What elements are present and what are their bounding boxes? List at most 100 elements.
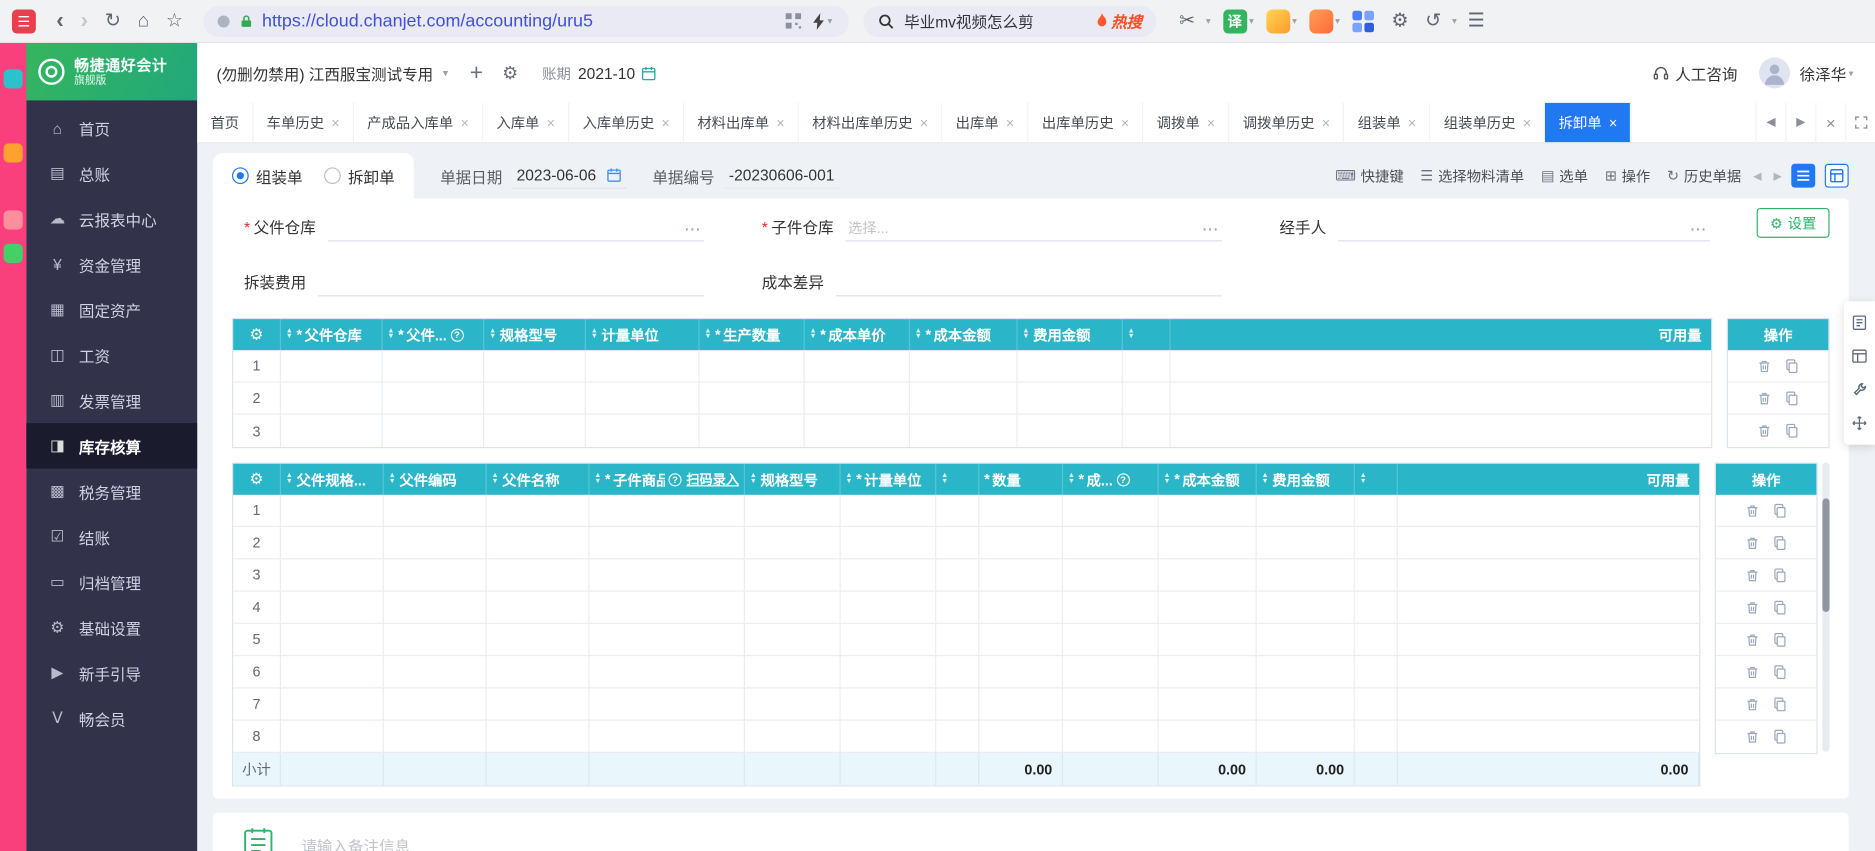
dock-app-3-icon[interactable] (3, 210, 23, 230)
tab-首页[interactable]: 首页 (197, 102, 254, 143)
tab-close-icon[interactable]: × (331, 114, 339, 131)
table-row-3[interactable]: 3 (233, 414, 1711, 448)
field-cost-variance[interactable]: 成本差异 (762, 270, 1223, 297)
sidebar-item-工资[interactable]: ◫ 工资 (26, 332, 197, 377)
sidebar-item-基础设置[interactable]: ⚙ 基础设置 (26, 605, 197, 650)
copy-row-icon[interactable] (1772, 664, 1788, 680)
table-row-8[interactable]: 8 (233, 720, 1700, 753)
close-tabs-icon[interactable]: × (1815, 102, 1845, 143)
sort-icon[interactable]: ▲ ▼ (389, 472, 396, 485)
sidebar-item-归档管理[interactable]: ▭ 归档管理 (26, 559, 197, 604)
sort-icon[interactable]: ▲ ▼ (810, 327, 817, 340)
tab-close-icon[interactable]: × (1006, 114, 1014, 131)
picker-ellipsis-icon[interactable]: ⋯ (1690, 219, 1708, 236)
sort-icon[interactable]: ▲ ▼ (941, 472, 948, 485)
sort-icon[interactable]: ▲ ▼ (286, 327, 293, 340)
username[interactable]: 徐泽华 (1800, 62, 1847, 85)
tab-close-icon[interactable]: × (1207, 114, 1215, 131)
table-row-1[interactable]: 1 (233, 350, 1712, 383)
column-settings-icon[interactable]: ⚙ (250, 325, 264, 344)
delete-row-icon[interactable] (1757, 390, 1773, 406)
column-settings-icon[interactable]: ⚙ (250, 470, 264, 489)
sort-icon[interactable]: ▲ ▼ (489, 327, 496, 340)
delete-row-icon[interactable] (1757, 423, 1773, 439)
browser-search-box[interactable]: 毕业mv视频怎么剪 热搜 (863, 5, 1157, 37)
tab-close-icon[interactable]: × (1408, 114, 1416, 131)
delete-row-icon[interactable] (1745, 567, 1761, 583)
translate-icon[interactable]: 译 (1222, 8, 1247, 33)
promo-icon[interactable] (1265, 8, 1290, 33)
tab-出库单[interactable]: 出库单 × (943, 102, 1029, 143)
account-settings-gear-icon[interactable]: ⚙ (502, 64, 518, 82)
tab-材料出库单历史[interactable]: 材料出库单历史 × (799, 102, 943, 143)
sort-icon[interactable]: ▲ ▼ (704, 327, 711, 340)
table-row-3[interactable]: 3 (233, 559, 1700, 592)
sort-icon[interactable]: ▲ ▼ (387, 327, 394, 340)
sort-icon[interactable]: ▲ ▼ (1164, 472, 1171, 485)
chevron-down-icon[interactable]: ▾ (1292, 16, 1297, 27)
grid-view-toggle[interactable] (1824, 163, 1849, 188)
help-icon[interactable]: ? (668, 472, 682, 486)
chevron-down-icon[interactable]: ▾ (1206, 16, 1211, 27)
delete-row-icon[interactable] (1745, 729, 1761, 745)
form-icon[interactable] (1846, 339, 1872, 372)
tab-close-icon[interactable]: × (547, 114, 555, 131)
chevron-down-icon[interactable]: ▾ (1249, 16, 1254, 27)
help-icon[interactable]: ? (1116, 472, 1130, 486)
sidebar-item-税务管理[interactable]: ▩ 税务管理 (26, 469, 197, 514)
account-set-selector[interactable]: (勿删勿禁用) 江西服宝测试专用 ▾ (216, 62, 450, 85)
fullscreen-icon[interactable] (1845, 102, 1875, 143)
table-row-6[interactable]: 6 (233, 656, 1700, 689)
doc-type-assembly[interactable]: 组装单 (231, 164, 303, 187)
sidebar-item-总账[interactable]: ▤ 总账 (26, 151, 197, 196)
table-row-2[interactable]: 2 (233, 382, 1712, 415)
picker-ellipsis-icon[interactable]: ⋯ (684, 219, 702, 236)
sidebar-item-首页[interactable]: ⌂ 首页 (26, 105, 197, 150)
copy-row-icon[interactable] (1772, 599, 1788, 615)
tab-出库单历史[interactable]: 出库单历史 × (1029, 102, 1144, 143)
sort-icon[interactable]: ▲ ▼ (1068, 472, 1075, 485)
field-disassembly-fee[interactable]: 拆装费用 (244, 270, 705, 297)
add-account-set-icon[interactable]: + (470, 62, 483, 85)
tab-close-icon[interactable]: × (1523, 114, 1531, 131)
consult-link[interactable]: 人工咨询 (1675, 62, 1737, 85)
sort-icon[interactable]: ▲ ▼ (1262, 472, 1269, 485)
tab-入库单历史[interactable]: 入库单历史 × (569, 102, 685, 143)
hot-search-badge[interactable]: 热搜 (1095, 10, 1142, 33)
delete-row-icon[interactable] (1745, 696, 1761, 712)
sidebar-item-库存核算[interactable]: ◨ 库存核算 (26, 423, 198, 469)
qr-code-icon[interactable] (785, 13, 802, 29)
undo-icon[interactable]: ↺ (1425, 11, 1441, 30)
forward-icon[interactable]: › (81, 10, 89, 33)
table-row-1[interactable]: 1 (233, 494, 1700, 528)
flash-icon[interactable] (813, 12, 825, 30)
chevron-down-icon[interactable]: ▾ (1849, 68, 1854, 79)
table-row-5[interactable]: 5 (233, 623, 1700, 657)
doc-action-快捷键[interactable]: ⌨ 快捷键 (1335, 166, 1404, 186)
tab-scroll-left-icon[interactable]: ◀ (1755, 102, 1785, 143)
copy-row-icon[interactable] (1772, 696, 1788, 712)
tab-入库单[interactable]: 入库单 × (483, 102, 570, 143)
back-icon[interactable]: ‹ (56, 10, 64, 33)
copy-row-icon[interactable] (1784, 423, 1800, 439)
tab-close-icon[interactable]: × (1121, 114, 1129, 131)
copy-row-icon[interactable] (1772, 503, 1788, 519)
tab-组装单历史[interactable]: 组装单历史 × (1431, 102, 1546, 143)
delete-row-icon[interactable] (1745, 599, 1761, 615)
doc-date-input[interactable]: 2023-06-06 (511, 163, 627, 189)
tab-材料出库单[interactable]: 材料出库单 × (684, 102, 799, 143)
doc-action-选择物料清单[interactable]: ☰ 选择物料清单 (1420, 166, 1524, 186)
sort-icon[interactable]: ▲ ▼ (591, 327, 598, 340)
copy-row-icon[interactable] (1784, 358, 1800, 374)
tab-close-icon[interactable]: × (776, 114, 784, 131)
table-row-4[interactable]: 4 (233, 591, 1700, 624)
tab-close-icon[interactable]: × (661, 114, 669, 131)
chevron-down-icon[interactable]: ▾ (1335, 16, 1340, 27)
delete-row-icon[interactable] (1745, 664, 1761, 680)
sidebar-item-结账[interactable]: ☑ 结账 (26, 514, 197, 559)
table-scrollbar[interactable] (1822, 462, 1830, 752)
calendar-icon[interactable] (641, 65, 657, 81)
sort-icon[interactable]: ▲ ▼ (594, 472, 601, 485)
delete-row-icon[interactable] (1745, 632, 1761, 648)
move-icon[interactable] (1846, 406, 1872, 439)
